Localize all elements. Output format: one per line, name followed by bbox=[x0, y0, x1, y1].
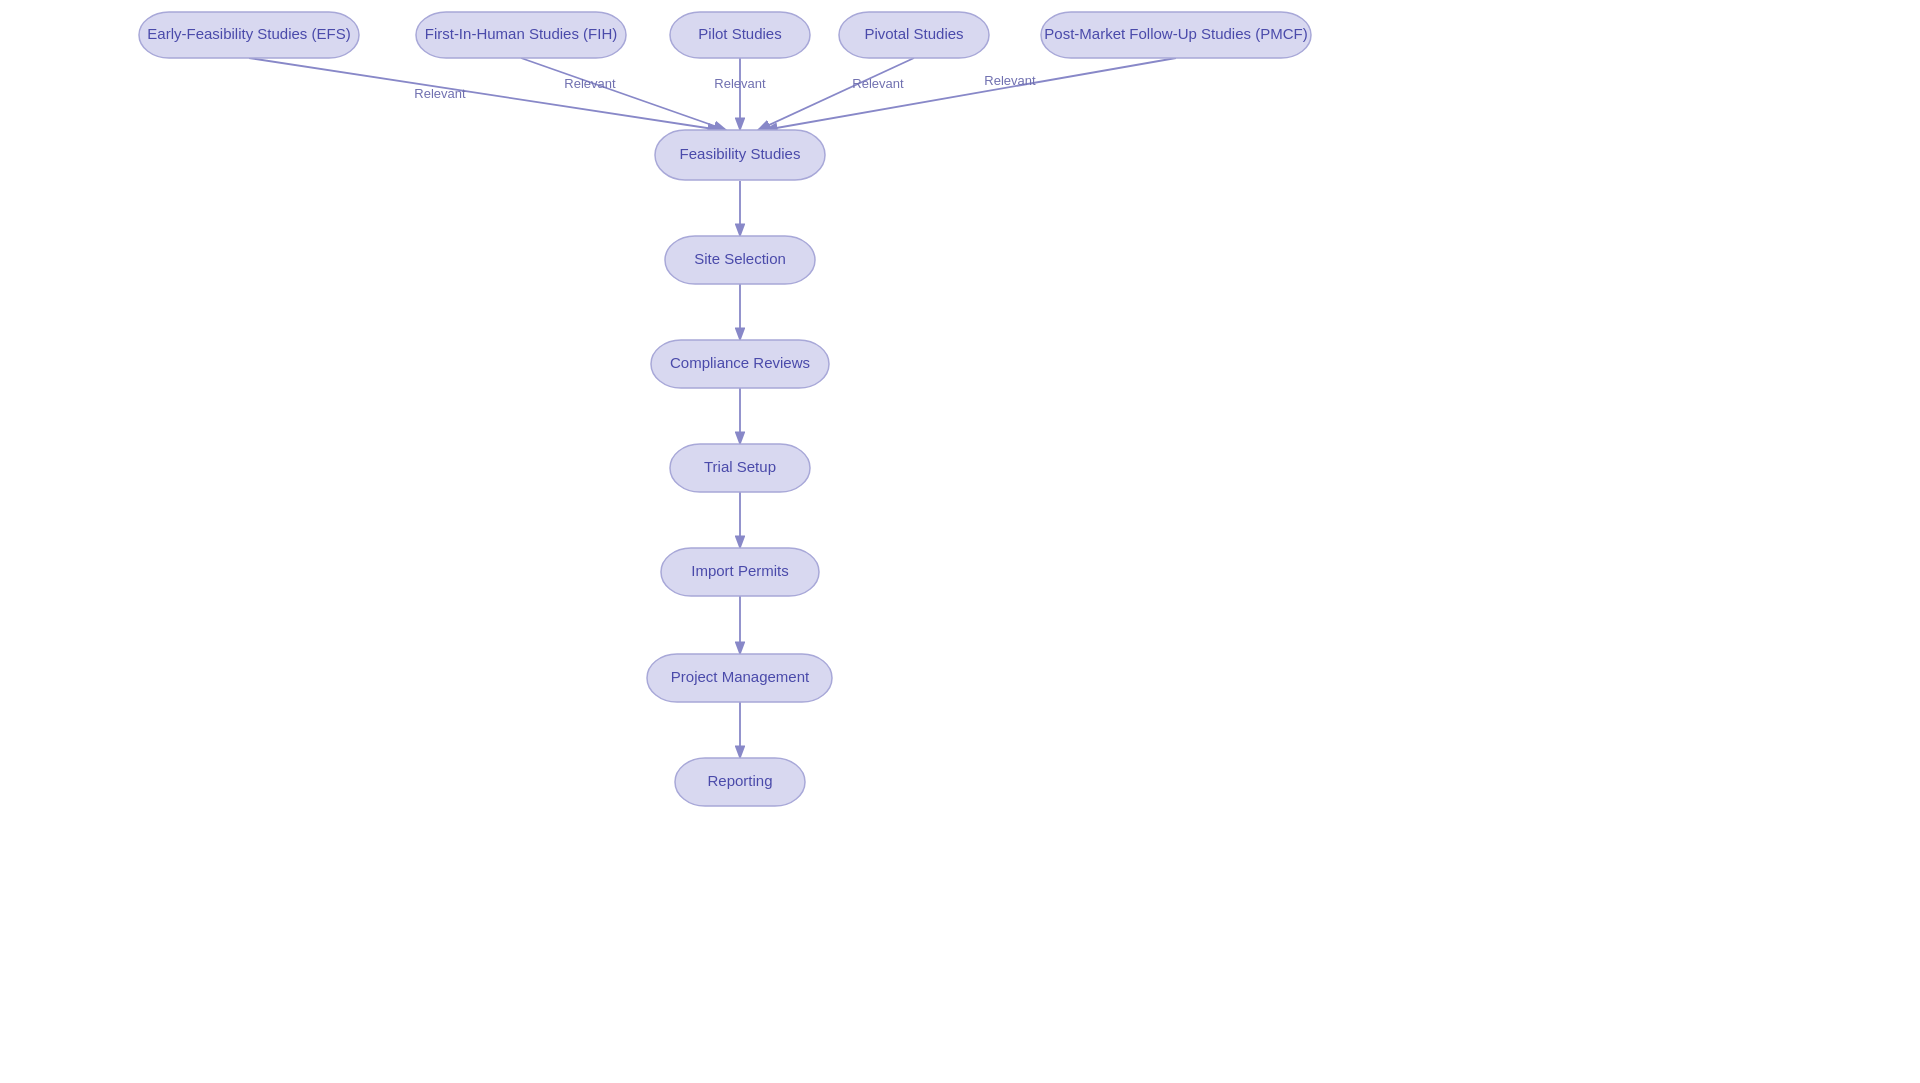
node-compliance-label: Compliance Reviews bbox=[670, 354, 810, 371]
edge-label-pivotal: Relevant bbox=[852, 76, 904, 91]
edge-label-efs: Relevant bbox=[414, 86, 466, 101]
node-pilot-label: Pilot Studies bbox=[698, 25, 781, 42]
edge-label-pmcf: Relevant bbox=[984, 73, 1036, 88]
node-feasibility-label: Feasibility Studies bbox=[680, 145, 801, 162]
node-pmcf-label: Post-Market Follow-Up Studies (PMCF) bbox=[1044, 25, 1307, 42]
node-project-label: Project Management bbox=[671, 668, 810, 685]
edge-fih-feasibility bbox=[521, 58, 726, 130]
edge-label-fih: Relevant bbox=[564, 76, 616, 91]
edge-label-pilot: Relevant bbox=[714, 76, 766, 91]
node-fih-label: First-In-Human Studies (FIH) bbox=[425, 25, 618, 42]
edge-pivotal-feasibility bbox=[758, 58, 914, 130]
node-import-label: Import Permits bbox=[691, 562, 789, 579]
node-trial-label: Trial Setup bbox=[704, 458, 776, 475]
node-efs-label: Early-Feasibility Studies (EFS) bbox=[147, 25, 350, 42]
node-pivotal-label: Pivotal Studies bbox=[864, 25, 963, 42]
edge-efs-feasibility bbox=[249, 58, 720, 130]
node-site-label: Site Selection bbox=[694, 250, 786, 267]
node-reporting-label: Reporting bbox=[707, 772, 772, 789]
workflow-diagram: Relevant Relevant Relevant Relevant Rele… bbox=[0, 0, 1920, 1083]
edge-pmcf-feasibility bbox=[765, 58, 1176, 130]
